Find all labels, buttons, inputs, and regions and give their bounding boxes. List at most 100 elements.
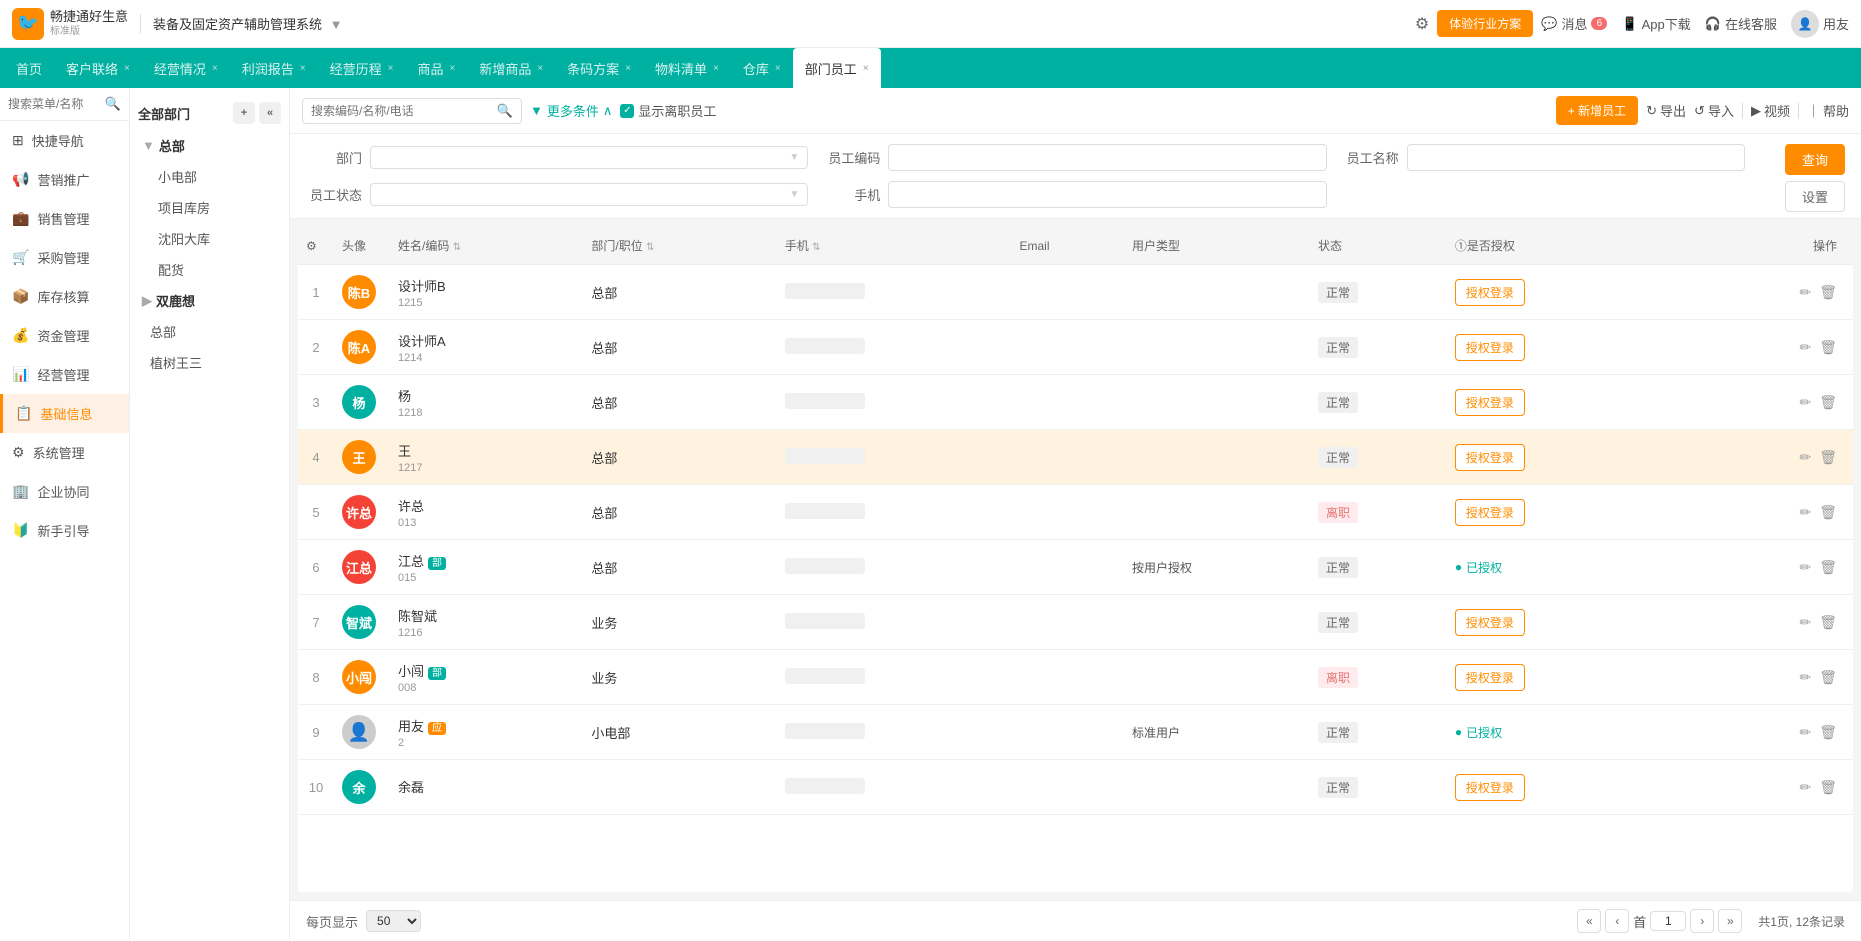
authorize-btn[interactable]: 授权登录 (1455, 609, 1525, 636)
col-phone[interactable]: 手机 ⇅ (777, 227, 1012, 265)
help-btn[interactable]: ｜ 帮助 (1807, 101, 1849, 120)
edit-btn[interactable]: ✏ (1799, 394, 1811, 411)
query-btn[interactable]: 查询 (1785, 144, 1845, 175)
dept-group-general[interactable]: ▼ 总部 (130, 130, 289, 161)
emp-name-input[interactable] (1407, 144, 1745, 171)
sidebar-search-icon[interactable]: 🔍 (105, 96, 121, 112)
more-filter-btn[interactable]: ▼ 更多条件 ∧ (530, 101, 612, 120)
authorize-btn[interactable]: 授权登录 (1455, 444, 1525, 471)
export-btn[interactable]: ↻ 导出 (1646, 101, 1686, 120)
delete-btn[interactable]: 🗑 (1819, 724, 1837, 741)
dept-item-xiaodianbiu[interactable]: 小电部 (138, 161, 289, 192)
col-name-code[interactable]: 姓名/编码 ⇅ (390, 227, 583, 265)
sidebar-item-enterprise[interactable]: 🏢 企业协同 (0, 472, 129, 511)
edit-btn[interactable]: ✏ (1799, 779, 1811, 796)
system-dropdown-icon[interactable]: ▼ (330, 17, 343, 32)
dept-group-shuangluxiang[interactable]: ▶ 双鹿想 (130, 285, 289, 316)
add-employee-btn[interactable]: + 新增员工 (1556, 96, 1638, 125)
dept-item-zongbu[interactable]: 总部 (130, 316, 289, 347)
close-warehouse-tab[interactable]: × (775, 63, 781, 74)
tab-goods[interactable]: 商品 × (405, 48, 467, 88)
tab-material[interactable]: 物料清单 × (643, 48, 731, 88)
authorize-btn[interactable]: 授权登录 (1455, 499, 1525, 526)
edit-btn[interactable]: ✏ (1799, 449, 1811, 466)
authorize-btn[interactable]: 授权登录 (1455, 279, 1525, 306)
emp-status-select[interactable]: ▼ (370, 183, 808, 206)
per-page-select[interactable]: 50 100 200 (366, 910, 421, 932)
last-page-btn[interactable]: » (1718, 909, 1742, 933)
delete-btn[interactable]: 🗑 (1819, 284, 1837, 301)
dept-collapse-btn[interactable]: « (259, 102, 281, 124)
delete-btn[interactable]: 🗑 (1819, 504, 1837, 521)
delete-btn[interactable]: 🗑 (1819, 449, 1837, 466)
view-btn[interactable]: ▶ 视频 (1751, 101, 1790, 120)
import-btn[interactable]: ↺ 导入 (1694, 101, 1734, 120)
search-icon[interactable]: 🔍 (497, 103, 513, 119)
dept-select[interactable]: ▼ (370, 146, 808, 169)
delete-btn[interactable]: 🗑 (1819, 614, 1837, 631)
tab-warehouse[interactable]: 仓库 × (731, 48, 793, 88)
dept-item-peihuo[interactable]: 配货 (138, 254, 289, 285)
tab-customer[interactable]: 客户联络 × (54, 48, 142, 88)
close-profit-tab[interactable]: × (300, 63, 306, 74)
authorize-btn[interactable]: 授权登录 (1455, 334, 1525, 361)
col-settings[interactable]: ⚙ (298, 227, 334, 265)
edit-btn[interactable]: ✏ (1799, 559, 1811, 576)
authorize-btn[interactable]: 授权登录 (1455, 774, 1525, 801)
close-business-tab[interactable]: × (212, 63, 218, 74)
close-newgoods-tab[interactable]: × (537, 63, 543, 74)
sidebar-item-system[interactable]: ⚙ 系统管理 (0, 433, 129, 472)
tab-process[interactable]: 经营历程 × (318, 48, 406, 88)
sidebar-item-purchase[interactable]: 🛒 采购管理 (0, 238, 129, 277)
close-dept-staff-tab[interactable]: × (863, 63, 869, 74)
authorize-btn[interactable]: 授权登录 (1455, 664, 1525, 691)
prev-page-btn[interactable]: ‹ (1605, 909, 1629, 933)
edit-btn[interactable]: ✏ (1799, 284, 1811, 301)
delete-btn[interactable]: 🗑 (1819, 779, 1837, 796)
edit-btn[interactable]: ✏ (1799, 339, 1811, 356)
next-page-btn[interactable]: › (1690, 909, 1714, 933)
tab-business[interactable]: 经营情况 × (142, 48, 230, 88)
dept-item-xiangmukufang[interactable]: 项目库房 (138, 192, 289, 223)
experience-btn[interactable]: 体验行业方案 (1437, 10, 1533, 37)
show-resigned-check[interactable]: ✓ 显示离职员工 (620, 101, 716, 120)
online-service-action[interactable]: 🎧 在线客服 (1705, 14, 1777, 33)
edit-btn[interactable]: ✏ (1799, 724, 1811, 741)
emp-code-input[interactable] (888, 144, 1326, 171)
dept-item-shenyangdaku[interactable]: 沈阳大库 (138, 223, 289, 254)
close-goods-tab[interactable]: × (449, 63, 455, 74)
settings-btn[interactable]: 设置 (1785, 181, 1845, 212)
sidebar-item-sales[interactable]: 💼 销售管理 (0, 199, 129, 238)
search-input[interactable] (311, 104, 493, 118)
sidebar-item-guide[interactable]: 🔰 新手引导 (0, 511, 129, 550)
first-page-btn[interactable]: « (1577, 909, 1601, 933)
current-page-input[interactable] (1650, 911, 1686, 931)
close-barcode-tab[interactable]: × (625, 63, 631, 74)
sidebar-item-marketing[interactable]: 📢 营销推广 (0, 160, 129, 199)
delete-btn[interactable]: 🗑 (1819, 559, 1837, 576)
edit-btn[interactable]: ✏ (1799, 504, 1811, 521)
settings-icon[interactable]: ⚙ (1415, 14, 1429, 34)
close-material-tab[interactable]: × (713, 63, 719, 74)
tab-home[interactable]: 首页 (4, 48, 54, 88)
delete-btn[interactable]: 🗑 (1819, 669, 1837, 686)
sidebar-item-finance[interactable]: 💰 资金管理 (0, 316, 129, 355)
edit-btn[interactable]: ✏ (1799, 614, 1811, 631)
messages-action[interactable]: 💬 消息 6 (1541, 14, 1607, 33)
dept-add-btn[interactable]: + (233, 102, 255, 124)
sidebar-search-input[interactable] (8, 97, 101, 111)
sidebar-item-basic[interactable]: 📋 基础信息 (0, 394, 129, 433)
dept-item-zhizhuwangsan[interactable]: 植树王三 (130, 347, 289, 378)
tab-profit[interactable]: 利润报告 × (230, 48, 318, 88)
tab-barcode[interactable]: 条码方案 × (555, 48, 643, 88)
delete-btn[interactable]: 🗑 (1819, 339, 1837, 356)
app-download-action[interactable]: 📱 App下载 (1621, 14, 1690, 33)
delete-btn[interactable]: 🗑 (1819, 394, 1837, 411)
phone-input[interactable] (888, 181, 1326, 208)
edit-btn[interactable]: ✏ (1799, 669, 1811, 686)
authorize-btn[interactable]: 授权登录 (1455, 389, 1525, 416)
col-dept[interactable]: 部门/职位 ⇅ (583, 227, 776, 265)
tab-dept-staff[interactable]: 部门员工 × (793, 48, 881, 88)
close-process-tab[interactable]: × (388, 63, 394, 74)
tab-newgoods[interactable]: 新增商品 × (467, 48, 555, 88)
